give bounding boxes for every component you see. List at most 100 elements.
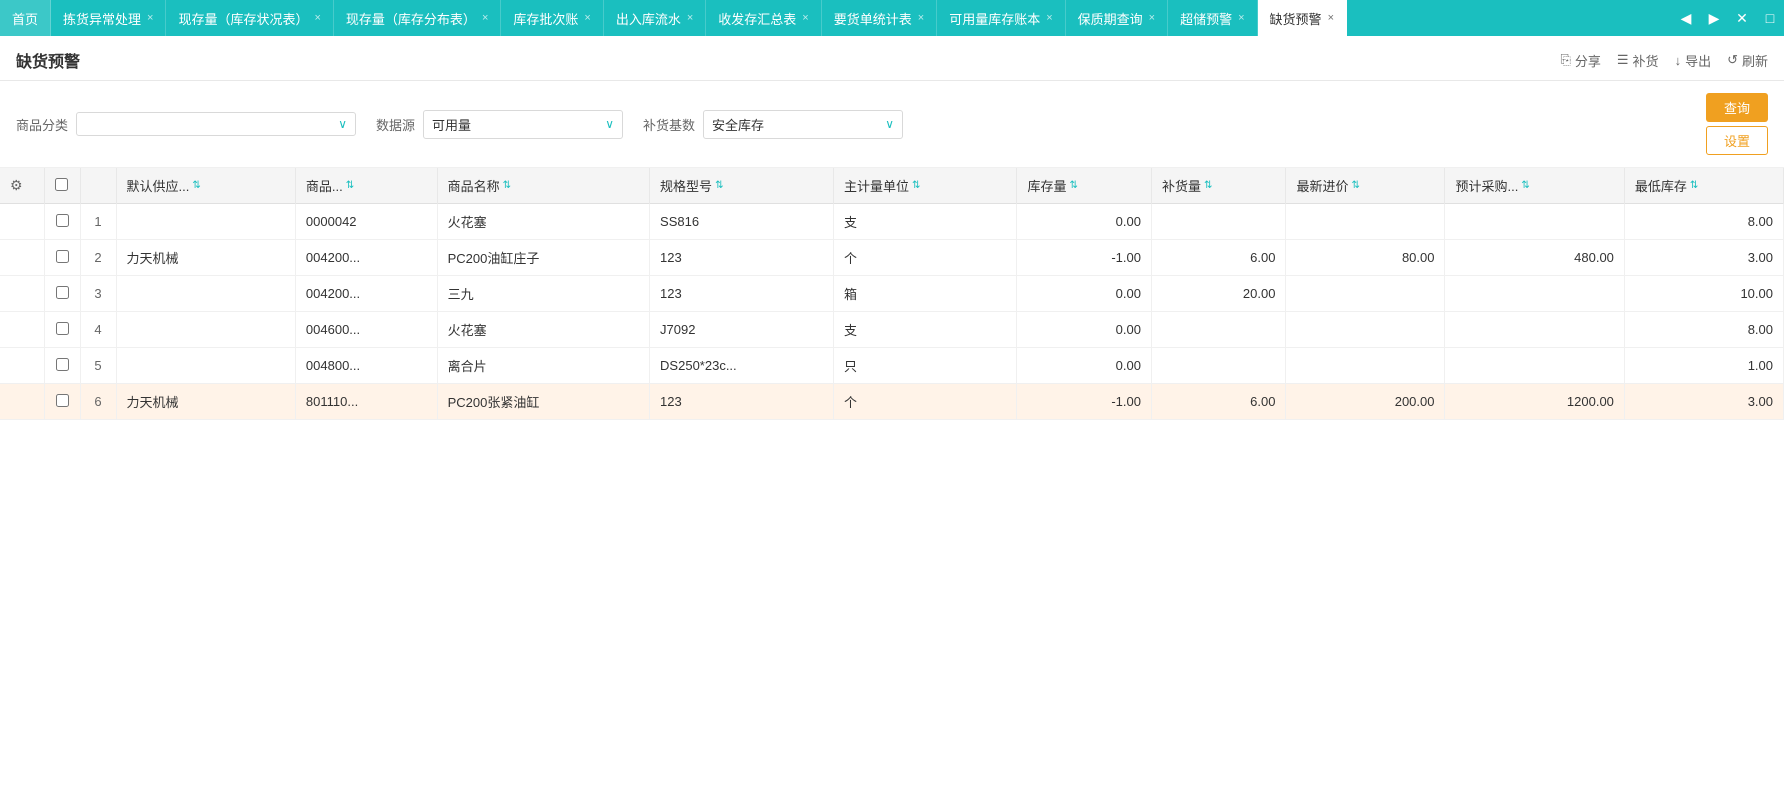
query-button[interactable]: 查询 [1706, 93, 1768, 122]
tab-maximize-button[interactable]: □ [1756, 0, 1784, 36]
select-all-checkbox[interactable] [55, 178, 68, 191]
share-button[interactable]: ⎘ 分享 [1560, 51, 1600, 70]
col-estimated-purchase[interactable]: 预计采购... ⇅ [1445, 168, 1624, 204]
tab-close-icon[interactable]: × [147, 12, 153, 24]
category-label: 商品分类 [16, 115, 68, 134]
tab-demand-stat[interactable]: 要货单统计表 × [822, 0, 937, 36]
row-stock-qty: 0.00 [1017, 276, 1152, 312]
row-stock-qty: -1.00 [1017, 384, 1152, 420]
col-spec[interactable]: 规格型号 ⇅ [650, 168, 834, 204]
tab-available-ledger[interactable]: 可用量库存账本 × [937, 0, 1065, 36]
tab-label: 要货单统计表 [834, 9, 912, 28]
col-row-num [80, 168, 116, 204]
tab-inventory-dist[interactable]: 现存量（库存分布表）× [334, 0, 501, 36]
tab-label: 可用量库存账本 [949, 9, 1040, 28]
spec-sort-icon: ⇅ [715, 180, 723, 191]
row-checkbox-cell[interactable] [44, 312, 80, 348]
tab-close-icon[interactable]: × [687, 12, 693, 24]
replenish-icon: ☰ [1617, 52, 1629, 68]
datasource-select[interactable]: 可用量 ∨ [423, 110, 623, 139]
tab-shortage[interactable]: 缺货预警× [1258, 0, 1347, 36]
row-product-name: 离合片 [437, 348, 649, 384]
refresh-button[interactable]: ↺ 刷新 [1727, 51, 1768, 70]
row-product-code: 004800... [295, 348, 437, 384]
replenish-base-label: 补货基数 [643, 115, 695, 134]
tab-home[interactable]: 首页 [0, 0, 51, 36]
col-product-name[interactable]: 商品名称 ⇅ [437, 168, 649, 204]
tab-next-button[interactable]: ▶ [1700, 0, 1728, 36]
tab-close-icon[interactable]: × [482, 12, 488, 24]
tab-close-icon[interactable]: × [314, 12, 320, 24]
row-supplier: 力天机械 [116, 240, 295, 276]
col-settings[interactable]: ⚙ [0, 168, 44, 204]
tab-close-icon[interactable]: × [1238, 12, 1244, 24]
col-stock-qty[interactable]: 库存量 ⇅ [1017, 168, 1152, 204]
row-stock-qty: 0.00 [1017, 204, 1152, 240]
table-row: 1 0000042 火花塞 SS816 支 0.00 8.00 [0, 204, 1784, 240]
row-number: 2 [80, 240, 116, 276]
row-checkbox-cell[interactable] [44, 384, 80, 420]
row-estimated-purchase [1445, 276, 1624, 312]
row-estimated-purchase [1445, 348, 1624, 384]
stock-sort-icon: ⇅ [1069, 180, 1077, 191]
tab-overstock[interactable]: 超储预警× [1168, 0, 1257, 36]
tab-close-icon[interactable]: × [1046, 12, 1052, 24]
tab-prev-button[interactable]: ◀ [1672, 0, 1700, 36]
table-settings-icon[interactable]: ⚙ [10, 177, 23, 193]
row-replenish-qty: 6.00 [1151, 240, 1286, 276]
tab-expiry-query[interactable]: 保质期查询× [1066, 0, 1168, 36]
tab-close-window-button[interactable]: ✕ [1728, 0, 1756, 36]
replenish-button[interactable]: ☰ 补货 [1617, 51, 1659, 70]
tab-abnormal[interactable]: 拣货异常处理× [51, 0, 166, 36]
row-checkbox[interactable] [56, 358, 69, 371]
row-replenish-qty [1151, 312, 1286, 348]
min-stock-sort-icon: ⇅ [1690, 180, 1698, 191]
col-checkbox [44, 168, 80, 204]
row-checkbox[interactable] [56, 250, 69, 263]
tab-close-icon[interactable]: × [918, 12, 924, 24]
row-number: 1 [80, 204, 116, 240]
col-default-supplier[interactable]: 默认供应... ⇅ [116, 168, 295, 204]
table-row: 4 004600... 火花塞 J7092 支 0.00 8.00 [0, 312, 1784, 348]
row-checkbox[interactable] [56, 286, 69, 299]
row-replenish-qty [1151, 348, 1286, 384]
row-checkbox[interactable] [56, 214, 69, 227]
row-checkbox-cell[interactable] [44, 204, 80, 240]
row-spec: SS816 [650, 204, 834, 240]
row-checkbox[interactable] [56, 394, 69, 407]
row-number: 6 [80, 384, 116, 420]
row-supplier [116, 204, 295, 240]
row-checkbox-cell[interactable] [44, 348, 80, 384]
settings-button[interactable]: 设置 [1706, 126, 1768, 155]
row-checkbox[interactable] [56, 322, 69, 335]
tab-label: 现存量（库存状况表） [178, 9, 308, 28]
product-name-sort-icon: ⇅ [503, 180, 511, 191]
category-select[interactable]: ∨ [76, 112, 356, 136]
col-replenish-qty[interactable]: 补货量 ⇅ [1151, 168, 1286, 204]
tab-batch-account[interactable]: 库存批次账× [501, 0, 603, 36]
col-product-code[interactable]: 商品... ⇅ [295, 168, 437, 204]
datasource-value: 可用量 [432, 115, 471, 134]
col-latest-price[interactable]: 最新进价 ⇅ [1286, 168, 1445, 204]
row-product-code: 0000042 [295, 204, 437, 240]
row-unit: 个 [833, 240, 1017, 276]
tab-collect-account[interactable]: 收发存汇总表× [706, 0, 821, 36]
row-stock-qty: 0.00 [1017, 348, 1152, 384]
tab-close-icon[interactable]: × [802, 12, 808, 24]
row-checkbox-cell[interactable] [44, 276, 80, 312]
tab-inventory-status[interactable]: 现存量（库存状况表） × [166, 0, 333, 36]
tab-close-icon[interactable]: × [1328, 12, 1334, 24]
row-settings-cell [0, 312, 44, 348]
replenish-base-select[interactable]: 安全库存 ∨ [703, 110, 903, 139]
tab-inout-flow[interactable]: 出入库流水× [604, 0, 706, 36]
tab-close-icon[interactable]: × [1149, 12, 1155, 24]
export-button[interactable]: ↓ 导出 [1675, 51, 1712, 70]
row-checkbox-cell[interactable] [44, 240, 80, 276]
price-sort-icon: ⇅ [1351, 180, 1359, 191]
col-min-stock[interactable]: 最低库存 ⇅ [1624, 168, 1783, 204]
row-min-stock: 3.00 [1624, 384, 1783, 420]
tab-close-icon[interactable]: × [584, 12, 590, 24]
row-settings-cell [0, 240, 44, 276]
col-unit[interactable]: 主计量单位 ⇅ [833, 168, 1017, 204]
row-unit: 支 [833, 312, 1017, 348]
